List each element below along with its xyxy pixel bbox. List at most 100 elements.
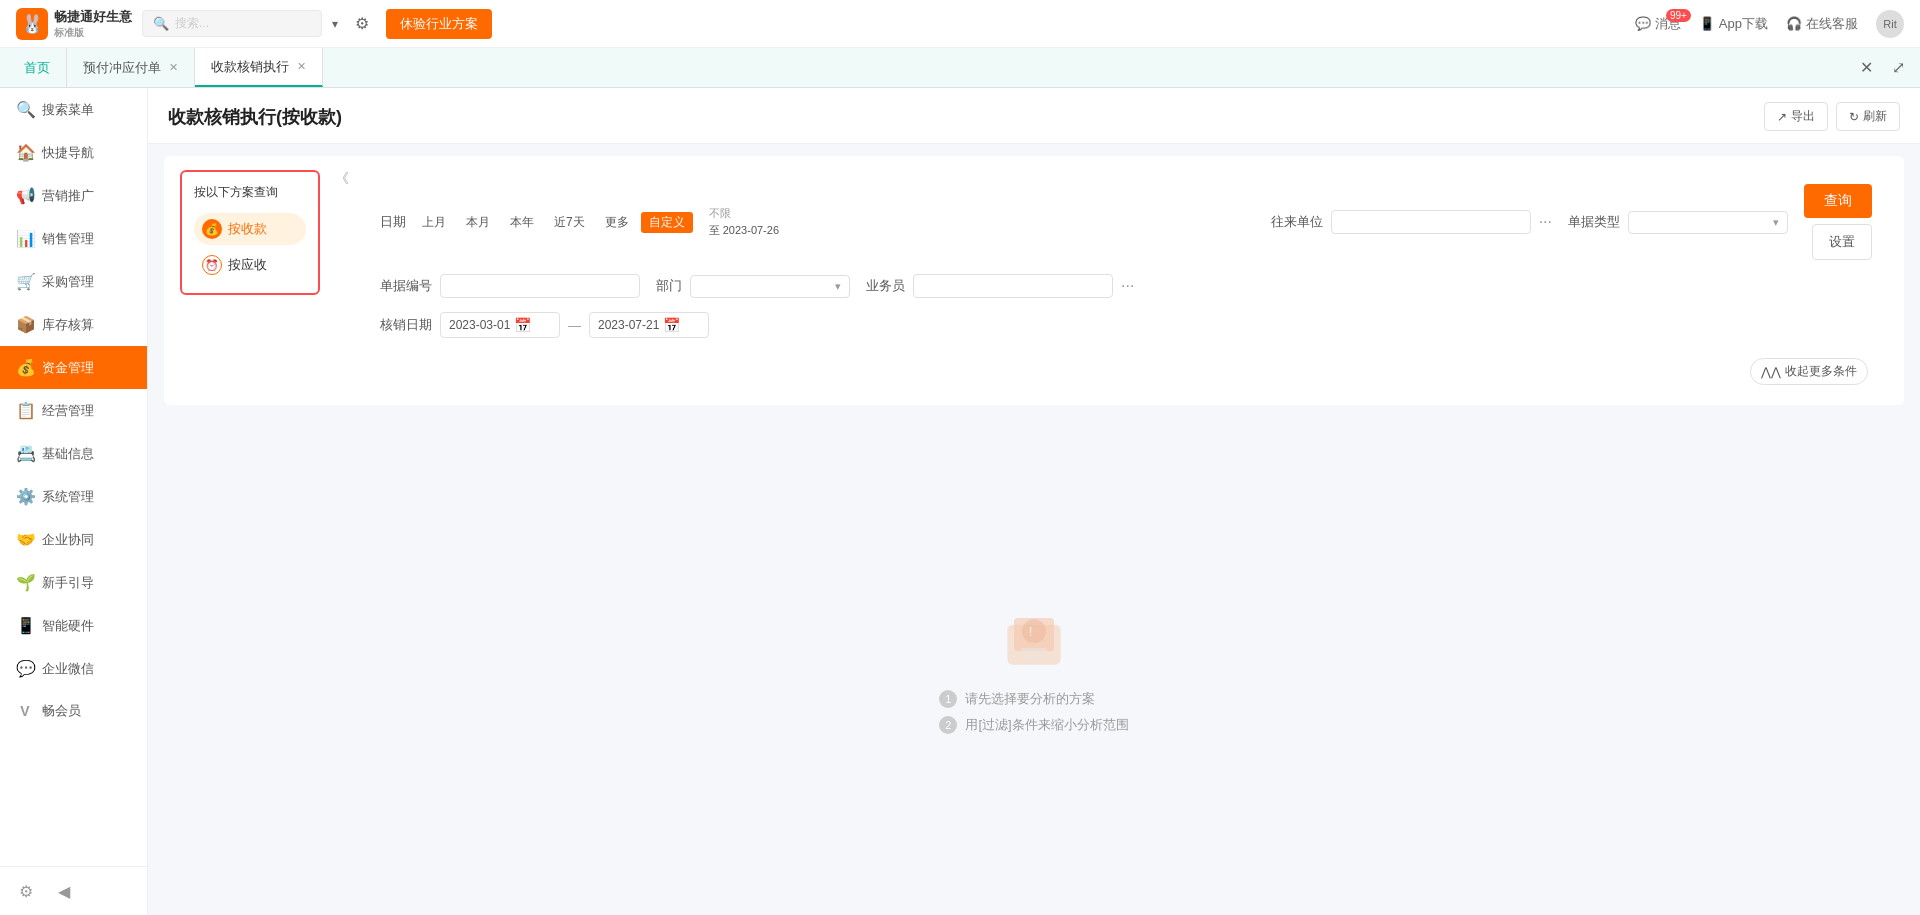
svg-rect-4 bbox=[1021, 648, 1048, 652]
tab-writeoff-close[interactable]: ✕ bbox=[297, 60, 306, 73]
panel-collapse-arrow[interactable]: 《 bbox=[332, 170, 352, 188]
tab-close-all-button[interactable]: ✕ bbox=[1852, 54, 1880, 82]
counterpart-input[interactable] bbox=[1331, 210, 1531, 234]
sidebar-item-marketing[interactable]: 📢 营销推广 bbox=[0, 174, 147, 217]
sidebar-item-inventory[interactable]: 📦 库存核算 bbox=[0, 303, 147, 346]
writeoff-end-input[interactable]: 2023-07-21 📅 bbox=[589, 312, 709, 338]
sidebar-item-label: 采购管理 bbox=[42, 273, 94, 291]
writeoff-start-input[interactable]: 2023-03-01 📅 bbox=[440, 312, 560, 338]
inventory-icon: 📦 bbox=[16, 315, 34, 334]
sidebar-item-vip[interactable]: V 畅会员 bbox=[0, 690, 147, 732]
smart-hw-icon: 📱 bbox=[16, 616, 34, 635]
date-btn-last-month[interactable]: 上月 bbox=[414, 212, 454, 233]
dept-field: 部门 ▾ bbox=[656, 275, 850, 298]
date-label: 日期 bbox=[380, 213, 406, 231]
sidebar-item-base-info[interactable]: 📇 基础信息 bbox=[0, 432, 147, 475]
quick-nav-icon: 🏠 bbox=[16, 143, 34, 162]
sales-icon: 📊 bbox=[16, 229, 34, 248]
sidebar-item-wechat[interactable]: 💬 企业微信 bbox=[0, 647, 147, 690]
base-info-icon: 📇 bbox=[16, 444, 34, 463]
sidebar-item-search-menu[interactable]: 🔍 搜索菜单 bbox=[0, 88, 147, 131]
query-form: 日期 上月 本月 本年 近7天 更多 自定义 不限 bbox=[364, 170, 1888, 352]
date-btn-this-month[interactable]: 本月 bbox=[458, 212, 498, 233]
date-btn-this-year[interactable]: 本年 bbox=[502, 212, 542, 233]
top-search[interactable]: 🔍 搜索... bbox=[142, 10, 322, 37]
sidebar-item-label: 营销推广 bbox=[42, 187, 94, 205]
collapse-more-button[interactable]: ⋀⋀ 收起更多条件 bbox=[1750, 358, 1868, 385]
dept-chevron: ▾ bbox=[835, 280, 841, 293]
service-icon: 🎧 bbox=[1786, 16, 1802, 31]
date-unlimited-label: 不限 bbox=[709, 206, 779, 221]
sidebar-settings-button[interactable]: ⚙ bbox=[12, 877, 40, 905]
sidebar-item-enterprise[interactable]: 🤝 企业协同 bbox=[0, 518, 147, 561]
counterpart-label: 往来单位 bbox=[1271, 213, 1323, 231]
search-menu-icon: 🔍 bbox=[16, 100, 34, 119]
doctype-label: 单据类型 bbox=[1568, 213, 1620, 231]
dept-select[interactable]: ▾ bbox=[690, 275, 850, 298]
industry-button[interactable]: 休验行业方案 bbox=[386, 9, 492, 39]
date-btn-7days[interactable]: 近7天 bbox=[546, 212, 593, 233]
dept-label: 部门 bbox=[656, 277, 682, 295]
tab-prepay[interactable]: 预付冲应付单 ✕ bbox=[67, 48, 195, 87]
docnum-label: 单据编号 bbox=[380, 277, 432, 295]
sidebar-item-biz-mgmt[interactable]: 📋 经营管理 bbox=[0, 389, 147, 432]
date-field: 日期 上月 本月 本年 近7天 更多 自定义 bbox=[380, 212, 693, 233]
sidebar-collapse-button[interactable]: ◀ bbox=[50, 877, 78, 905]
sidebar-item-smart-hw[interactable]: 📱 智能硬件 bbox=[0, 604, 147, 647]
sidebar-item-guide[interactable]: 🌱 新手引导 bbox=[0, 561, 147, 604]
staff-input[interactable] bbox=[913, 274, 1113, 298]
gear-button[interactable]: ⚙ bbox=[348, 10, 376, 38]
sidebar-item-label: 企业协同 bbox=[42, 531, 94, 549]
app-name: 畅捷通好生意 bbox=[54, 8, 132, 26]
tab-prepay-close[interactable]: ✕ bbox=[169, 61, 178, 74]
query-panel-title: 按以下方案查询 bbox=[194, 184, 306, 201]
writeoff-date-separator: — bbox=[568, 318, 581, 333]
sidebar-item-label: 资金管理 bbox=[42, 359, 94, 377]
export-button[interactable]: ↗ 导出 bbox=[1764, 102, 1828, 131]
receivable-option-icon: ⏰ bbox=[202, 255, 222, 275]
query-section: 按以下方案查询 💰 按收款 ⏰ 按应收 《 bbox=[164, 156, 1904, 405]
doctype-field: 单据类型 ▾ bbox=[1568, 211, 1788, 234]
receipt-option-icon: 💰 bbox=[202, 219, 222, 239]
sidebar-item-quick-nav[interactable]: 🏠 快捷导航 bbox=[0, 131, 147, 174]
docnum-field: 单据编号 bbox=[380, 274, 640, 298]
tab-writeoff-label: 收款核销执行 bbox=[211, 58, 289, 76]
sidebar-item-sys-mgmt[interactable]: ⚙️ 系统管理 bbox=[0, 475, 147, 518]
writeoff-end-calendar-icon[interactable]: 📅 bbox=[663, 317, 680, 333]
date-to-label: 至 2023-07-26 bbox=[709, 223, 779, 238]
online-service-button[interactable]: 🎧 在线客服 bbox=[1786, 15, 1858, 33]
app-download-button[interactable]: 📱 App下载 bbox=[1699, 15, 1768, 33]
search-dropdown[interactable]: ▾ bbox=[332, 17, 338, 31]
hint-num-1: 1 bbox=[939, 690, 957, 708]
export-icon: ↗ bbox=[1777, 110, 1787, 124]
staff-dots-btn[interactable]: ··· bbox=[1121, 277, 1134, 295]
tab-writeoff[interactable]: 收款核销执行 ✕ bbox=[195, 48, 323, 87]
wechat-icon: 💬 bbox=[16, 659, 34, 678]
tab-expand-button[interactable]: ⤢ bbox=[1884, 54, 1912, 82]
tab-home[interactable]: 首页 bbox=[8, 48, 67, 87]
app-download-label: App下载 bbox=[1719, 15, 1768, 33]
sidebar-item-sales[interactable]: 📊 销售管理 bbox=[0, 217, 147, 260]
query-left-panel: 按以下方案查询 💰 按收款 ⏰ 按应收 bbox=[180, 170, 320, 295]
form-row-1: 日期 上月 本月 本年 近7天 更多 自定义 不限 bbox=[380, 184, 1872, 260]
query-option-receipt[interactable]: 💰 按收款 bbox=[194, 213, 306, 245]
query-button[interactable]: 查询 bbox=[1804, 184, 1872, 218]
counterpart-dots-btn[interactable]: ··· bbox=[1539, 213, 1552, 231]
refresh-button[interactable]: ↻ 刷新 bbox=[1836, 102, 1900, 131]
tab-home-label: 首页 bbox=[24, 59, 50, 77]
form-settings-button[interactable]: 设置 bbox=[1812, 224, 1872, 260]
sidebar-item-purchase[interactable]: 🛒 采购管理 bbox=[0, 260, 147, 303]
sidebar-item-finance[interactable]: 💰 资金管理 bbox=[0, 346, 147, 389]
query-option-receivable[interactable]: ⏰ 按应收 bbox=[194, 249, 306, 281]
date-btn-more[interactable]: 更多 bbox=[597, 212, 637, 233]
vip-icon: V bbox=[16, 703, 34, 719]
docnum-input[interactable] bbox=[440, 274, 640, 298]
date-btn-custom[interactable]: 自定义 bbox=[641, 212, 693, 233]
doctype-select[interactable]: ▾ bbox=[1628, 211, 1788, 234]
form-row-3: 核销日期 2023-03-01 📅 — 2023-07-21 📅 bbox=[380, 312, 1872, 338]
user-avatar[interactable]: Rit bbox=[1876, 10, 1904, 38]
message-button[interactable]: 💬 消息 99+ bbox=[1635, 15, 1681, 33]
staff-label: 业务员 bbox=[866, 277, 905, 295]
writeoff-start-calendar-icon[interactable]: 📅 bbox=[514, 317, 531, 333]
collapse-up-icon: ⋀⋀ bbox=[1761, 365, 1781, 379]
